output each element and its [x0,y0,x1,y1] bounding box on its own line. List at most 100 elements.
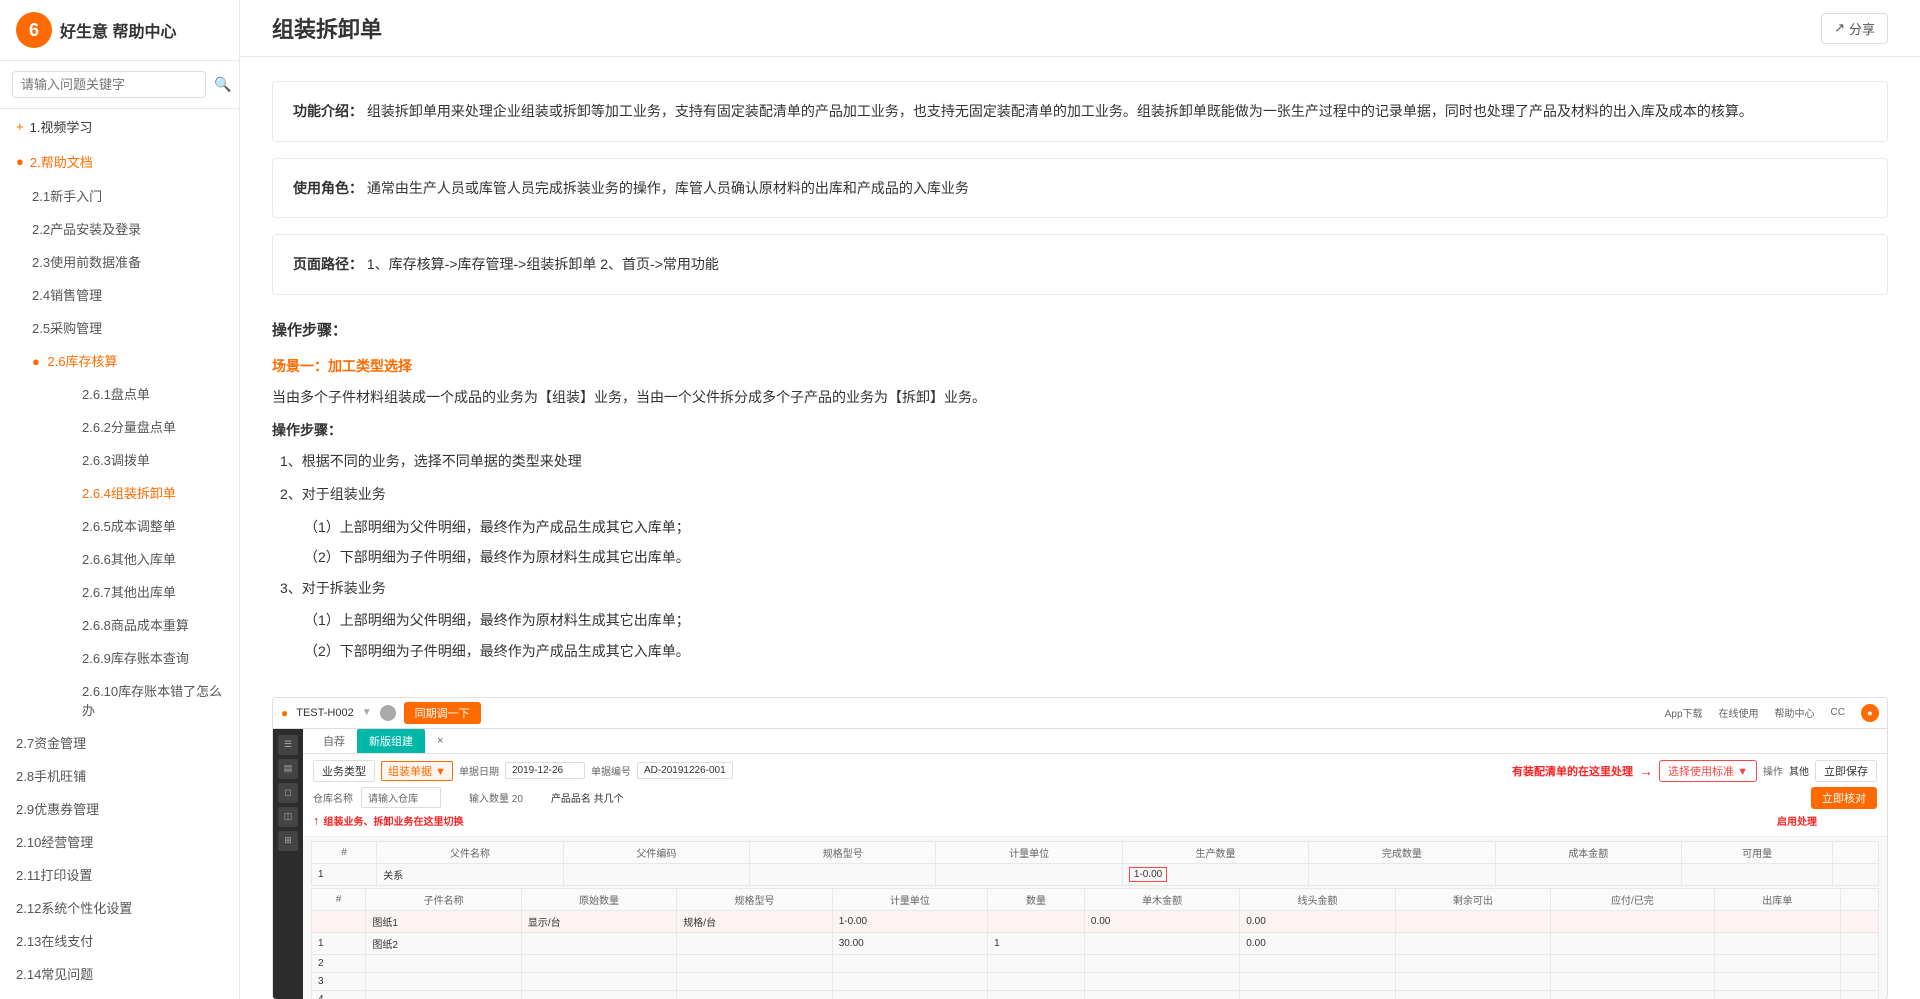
mock-date-input[interactable]: 2019-12-26 [505,762,585,779]
intro-label: 功能介绍： [293,103,363,119]
search-button[interactable]: 🔍 [212,74,233,95]
sub-table-row: 4 [312,990,1879,999]
sidebar-item-otheroutbound[interactable]: 2.6.7其他出库单 [50,575,239,608]
mock-sync-btn[interactable]: 同期调一下 [404,702,481,724]
sidebar-item-stockledgerwrong[interactable]: 2.6.10库存账本错了怎么办 [50,674,239,726]
mock-form-section: 业务类型 组装单据 ▼ 单据日期 2019-12-26 单据编号 AD-2019… [303,754,1887,837]
step3-sub2: （2）下部明细为子件明细，最终作为产成品生成其它入库单。 [304,638,1888,665]
screenshot-main: 自荐 新版组建 × 业务类型 组装单据 ▼ 单据日期 [303,729,1887,999]
sidebar-item-otherinbound[interactable]: 2.6.6其他入库单 [50,542,239,575]
col-finish-qty: 完成数量 [1309,841,1495,863]
annotation-2: 组装业务、拆卸业务在这里切换 [324,813,464,828]
sidebar-item-prep[interactable]: 2.3使用前数据准备 [0,245,239,278]
sidebar: 6 好生意 帮助中心 🔍 + 1.视频学习 ● 2.帮助文档 2.1新手入门 2… [0,0,240,999]
mock-biz-type-select[interactable]: 组装单据 ▼ [381,761,453,781]
mock-confirm-btn[interactable]: 立即核对 [1811,787,1877,809]
logo-text: 好生意 帮助中心 [60,18,176,42]
mock-tab-close[interactable]: × [425,731,455,751]
sub-table-row: 1 图纸2 30.00 1 0.00 [312,932,1879,954]
mock-left-sidebar: ☰ ▤ ◻ ◫ ⊞ [273,729,303,999]
mock-warehouse-input[interactable]: 请输入仓库 [361,787,441,808]
search-box[interactable]: 🔍 [0,61,239,109]
step3-sub1: （1）上部明细为父件明细，最终作为原材料生成其它出库单； [304,607,1888,634]
mock-parent-table-section: # 父件名称 父件编码 规格型号 计量单位 生产数量 完成数量 成本金额 可用量 [303,837,1887,999]
mock-tab-bar: 自荐 新版组建 × [303,729,1887,754]
collapse-icon: ● [16,154,24,169]
col-cost: 成本金额 [1495,841,1681,863]
col-parent-code: 父件编码 [563,841,749,863]
sidebar-item-coupon[interactable]: 2.9优惠券管理 [0,792,239,825]
sidebar-item-transfer[interactable]: 2.6.3调拨单 [50,443,239,476]
sidebar-item-costadj[interactable]: 2.6.5成本调整单 [50,509,239,542]
mock-side-icon-2: ▤ [278,759,298,779]
step2-sub2: （2）下部明细为子件明细，最终作为原材料生成其它出库单。 [304,544,1888,571]
mock-side-icon-5: ⊞ [278,831,298,851]
sidebar-item-funds[interactable]: 2.7资金管理 [0,726,239,759]
mock-save-btn[interactable]: 立即保存 [1815,760,1877,782]
mock-warehouse-row: 仓库名称 请输入仓库 输入数量 20 产品品名 共几个 立即核对 [313,787,1877,809]
col-available: 可用量 [1682,841,1833,863]
sidebar-item-partstockcheck[interactable]: 2.6.2分量盘点单 [50,410,239,443]
step2-sub1: （1）上部明细为父件明细，最终作为产成品生成其它入库单； [304,514,1888,541]
sidebar-item-docs[interactable]: ● 2.帮助文档 [0,144,239,179]
sidebar-item-faq[interactable]: 2.14常见问题 [0,957,239,990]
mock-topbar: ● TEST-H002 ▼ 同期调一下 App下载 在线使用 帮助中心 CC ● [273,698,1887,729]
mock-new-btn[interactable]: 业务类型 [313,760,375,782]
sidebar-item-costrecalc[interactable]: 2.6.8商品成本重算 [50,608,239,641]
search-input[interactable] [12,71,206,98]
sidebar-item-inventory[interactable]: ● 2.6库存核算 [0,344,239,377]
sidebar-header: 6 好生意 帮助中心 [0,0,239,61]
sidebar-item-sales[interactable]: 2.4销售管理 [0,278,239,311]
mock-side-icon-4: ◫ [278,807,298,827]
table-row: 1 关系 1-0.00 [312,863,1879,885]
sub-table-row: 2 [312,954,1879,972]
col-unit: 计量单位 [936,841,1122,863]
mock-form-toolbar: 业务类型 组装单据 ▼ 单据日期 2019-12-26 单据编号 AD-2019… [313,760,1877,782]
role-block: 使用角色： 通常由生产人员或库管人员完成拆装业务的操作，库管人员确认原材料的出库… [272,158,1888,219]
expand-icon: + [16,119,24,134]
company-name: TEST-H002 [296,707,353,719]
mock-bom-btn[interactable]: 选择使用标准 ▼ [1659,760,1757,782]
col-produce-qty: 生产数量 [1122,841,1308,863]
sidebar-item-assembly[interactable]: 2.6.4组装拆卸单 [50,476,239,509]
sidebar-item-payment[interactable]: 2.13在线支付 [0,924,239,957]
sidebar-item-mobile[interactable]: 2.8手机旺铺 [0,759,239,792]
sidebar-item-install[interactable]: 2.2产品安装及登录 [0,212,239,245]
main-header: 组装拆卸单 ↗ 分享 [240,0,1920,57]
mock-sub-table: # 子件名称 原始数量 规格型号 计量单位 数量 单木金额 线头金额 剩余可出 [311,888,1879,999]
annotation-3: 启用处理 [1777,813,1817,828]
step2: 2、对于组装业务 [280,481,1888,508]
path-block: 页面路径： 1、库存核算->库存管理->组装拆卸单 2、首页->常用功能 [272,234,1888,295]
scene-title: 场景一：加工类型选择 [272,356,1888,376]
col-index: # [312,841,377,863]
sidebar-item-purchase[interactable]: 2.5采购管理 [0,311,239,344]
mock-side-icon-3: ◻ [278,783,298,803]
col-parent-name: 父件名称 [377,841,563,863]
sidebar-item-stockledger[interactable]: 2.6.9库存账本查询 [50,641,239,674]
col-spec: 规格型号 [750,841,936,863]
col-action [1833,841,1879,863]
content-area: 功能介绍： 组装拆卸单用来处理企业组装或拆卸等加工业务，支持有固定装配清单的产品… [240,57,1920,999]
ops-subtitle: 操作步骤： [272,420,1888,440]
sidebar-item-newbie[interactable]: 2.1新手入门 [0,179,239,212]
sidebar-item-stockcheck[interactable]: 2.6.1盘点单 [50,377,239,410]
mock-order-input[interactable]: AD-20191226-001 [637,762,733,779]
step1: 1、根据不同的业务，选择不同单据的类型来处理 [280,448,1888,475]
mock-side-icon-1: ☰ [278,735,298,755]
intro-text: 组装拆卸单用来处理企业组装或拆卸等加工业务，支持有固定装配清单的产品加工业务，也… [367,103,1753,119]
page-title: 组装拆卸单 [272,12,382,44]
sidebar-item-ops[interactable]: 2.10经营管理 [0,825,239,858]
sub-table-row: 3 [312,972,1879,990]
logo-icon: 6 [16,12,52,48]
intro-block: 功能介绍： 组装拆卸单用来处理企业组装或拆卸等加工业务，支持有固定装配清单的产品… [272,81,1888,142]
sidebar-item-print[interactable]: 2.11打印设置 [0,858,239,891]
sidebar-item-customization[interactable]: 2.12系统个性化设置 [0,891,239,924]
sidebar-item-cases[interactable]: 2.15操作案例 [0,990,239,999]
share-button[interactable]: ↗ 分享 [1821,13,1888,44]
share-icon: ↗ [1834,20,1845,36]
mock-tab-2[interactable]: 新版组建 [357,729,425,753]
screenshot-container: ● TEST-H002 ▼ 同期调一下 App下载 在线使用 帮助中心 CC ●… [272,697,1888,999]
mock-tab-1[interactable]: 自荐 [311,729,357,753]
sidebar-item-video[interactable]: + 1.视频学习 [0,109,239,144]
step3: 3、对于拆装业务 [280,575,1888,602]
